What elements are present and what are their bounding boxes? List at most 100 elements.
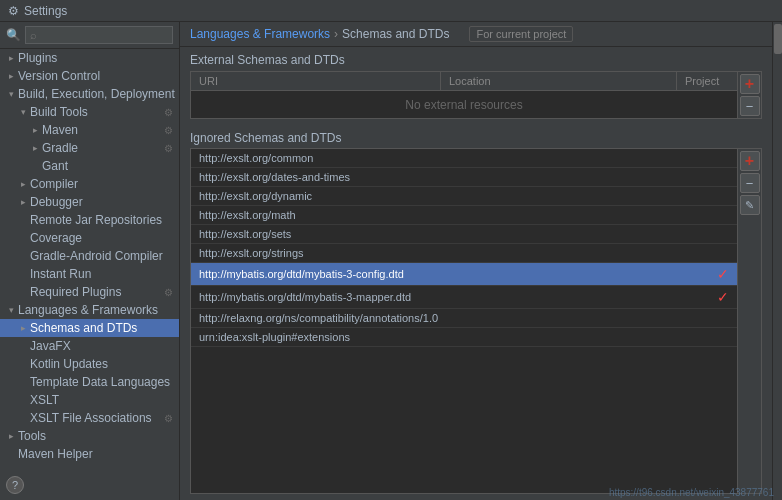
sidebar-item-label: Plugins xyxy=(18,51,175,65)
list-item[interactable]: http://exslt.org/common xyxy=(191,149,737,168)
sidebar-item-coverage[interactable]: Coverage xyxy=(0,229,179,247)
item-url: http://mybatis.org/dtd/mybatis-3-config.… xyxy=(199,268,404,280)
sidebar-item-version-control[interactable]: Version Control xyxy=(0,67,179,85)
list-item[interactable]: urn:idea:xslt-plugin#extensions xyxy=(191,328,737,347)
list-item-selected[interactable]: http://mybatis.org/dtd/mybatis-3-config.… xyxy=(191,263,737,286)
search-bar: 🔍 xyxy=(0,22,179,49)
sidebar-item-xslt-file[interactable]: XSLT File Associations ⚙ xyxy=(0,409,179,427)
sidebar-item-label: Coverage xyxy=(30,231,175,245)
sidebar-item-label: Debugger xyxy=(30,195,175,209)
col-uri: URI xyxy=(191,72,441,90)
sidebar-item-tools[interactable]: Tools xyxy=(0,427,179,445)
sidebar-item-label: XSLT xyxy=(30,393,175,407)
sidebar-item-label: Remote Jar Repositories xyxy=(30,213,175,227)
external-actions: + − xyxy=(738,71,762,119)
external-add-button[interactable]: + xyxy=(740,74,760,94)
col-location: Location xyxy=(441,72,677,90)
empty-message: No external resources xyxy=(405,98,522,112)
sidebar-item-label: Schemas and DTDs xyxy=(30,321,175,335)
list-item[interactable]: http://mybatis.org/dtd/mybatis-3-mapper.… xyxy=(191,286,737,309)
sidebar-item-label: Compiler xyxy=(30,177,175,191)
sidebar-item-instant-run[interactable]: Instant Run xyxy=(0,265,179,283)
sidebar-item-template-data[interactable]: Template Data Languages xyxy=(0,373,179,391)
main-layout: 🔍 Plugins Version Control Build, Executi… xyxy=(0,22,782,500)
sidebar-item-remote-jar[interactable]: Remote Jar Repositories xyxy=(0,211,179,229)
item-url: http://relaxng.org/ns/compatibility/anno… xyxy=(199,312,438,324)
external-panel-title: External Schemas and DTDs xyxy=(180,47,772,71)
external-remove-button[interactable]: − xyxy=(740,96,760,116)
sidebar-item-label: Kotlin Updates xyxy=(30,357,175,371)
ignored-remove-button[interactable]: − xyxy=(740,173,760,193)
sidebar-item-label: Required Plugins xyxy=(30,285,161,299)
external-schemas-panel: External Schemas and DTDs URI Location P… xyxy=(180,47,772,500)
breadcrumb-parent[interactable]: Languages & Frameworks xyxy=(190,27,330,41)
sidebar-item-label: Gradle-Android Compiler xyxy=(30,249,175,263)
ignored-list: http://exslt.org/common http://exslt.org… xyxy=(190,148,738,494)
sidebar-item-label: Build, Execution, Deployment xyxy=(18,87,175,101)
settings-icon: ⚙ xyxy=(161,285,175,299)
list-item[interactable]: http://exslt.org/math xyxy=(191,206,737,225)
list-item[interactable]: http://exslt.org/dates-and-times xyxy=(191,168,737,187)
arrow-icon xyxy=(4,429,18,443)
vertical-scrollbar[interactable] xyxy=(772,22,782,500)
check-icon: ✓ xyxy=(717,266,729,282)
breadcrumb-separator: › xyxy=(334,27,338,41)
external-table: URI Location Project No external resourc… xyxy=(190,71,738,119)
scrollbar-thumb[interactable] xyxy=(774,24,782,54)
sidebar-item-plugins[interactable]: Plugins xyxy=(0,49,179,67)
help-label: ? xyxy=(12,479,18,491)
item-url: urn:idea:xslt-plugin#extensions xyxy=(199,331,350,343)
sidebar-item-javafx[interactable]: JavaFX xyxy=(0,337,179,355)
external-table-wrapper: URI Location Project No external resourc… xyxy=(190,71,762,119)
item-url: http://exslt.org/math xyxy=(199,209,296,221)
sidebar-item-label: Languages & Frameworks xyxy=(18,303,175,317)
settings-icon: ⚙ xyxy=(8,4,19,18)
list-item[interactable]: http://relaxng.org/ns/compatibility/anno… xyxy=(191,309,737,328)
breadcrumb-current: Schemas and DTDs xyxy=(342,27,449,41)
sidebar-item-label: Template Data Languages xyxy=(30,375,175,389)
sidebar-item-label: XSLT File Associations xyxy=(30,411,161,425)
sidebar-item-build-tools[interactable]: Build Tools ⚙ xyxy=(0,103,179,121)
sidebar-item-required-plugins[interactable]: Required Plugins ⚙ xyxy=(0,283,179,301)
breadcrumb-bar: Languages & Frameworks › Schemas and DTD… xyxy=(180,22,772,47)
item-url: http://exslt.org/dates-and-times xyxy=(199,171,350,183)
sidebar-item-gradle-android[interactable]: Gradle-Android Compiler xyxy=(0,247,179,265)
col-project: Project xyxy=(677,72,737,90)
arrow-icon xyxy=(16,195,30,209)
ignored-actions: + − ✎ xyxy=(738,148,762,494)
list-item[interactable]: http://exslt.org/sets xyxy=(191,225,737,244)
sidebar-item-kotlin-updates[interactable]: Kotlin Updates xyxy=(0,355,179,373)
sidebar-item-xslt[interactable]: XSLT xyxy=(0,391,179,409)
settings-icon: ⚙ xyxy=(161,141,175,155)
sidebar-item-maven[interactable]: Maven ⚙ xyxy=(0,121,179,139)
sidebar-item-label: Gradle xyxy=(42,141,161,155)
sidebar-item-languages-frameworks[interactable]: Languages & Frameworks xyxy=(0,301,179,319)
item-url: http://exslt.org/sets xyxy=(199,228,291,240)
sidebar-item-build-exec-deploy[interactable]: Build, Execution, Deployment xyxy=(0,85,179,103)
check-icon: ✓ xyxy=(717,289,729,305)
arrow-icon xyxy=(16,105,30,119)
search-input[interactable] xyxy=(25,26,173,44)
help-button[interactable]: ? xyxy=(6,476,24,494)
sidebar-item-label: Maven Helper xyxy=(18,447,175,461)
settings-icon: ⚙ xyxy=(161,105,175,119)
content-area: Languages & Frameworks › Schemas and DTD… xyxy=(180,22,772,500)
item-url: http://exslt.org/dynamic xyxy=(199,190,312,202)
arrow-icon xyxy=(16,177,30,191)
sidebar-item-gant[interactable]: Gant xyxy=(0,157,179,175)
sidebar-item-gradle[interactable]: Gradle ⚙ xyxy=(0,139,179,157)
sidebar-item-label: Tools xyxy=(18,429,175,443)
list-item[interactable]: http://exslt.org/dynamic xyxy=(191,187,737,206)
item-url: http://exslt.org/strings xyxy=(199,247,304,259)
sidebar-item-maven-helper[interactable]: Maven Helper xyxy=(0,445,179,463)
sidebar-item-schemas-dtds[interactable]: Schemas and DTDs xyxy=(0,319,179,337)
sidebar-item-compiler[interactable]: Compiler xyxy=(0,175,179,193)
list-item[interactable]: http://exslt.org/strings xyxy=(191,244,737,263)
arrow-icon xyxy=(4,69,18,83)
ignored-edit-button[interactable]: ✎ xyxy=(740,195,760,215)
arrow-icon xyxy=(16,321,30,335)
sidebar-item-debugger[interactable]: Debugger xyxy=(0,193,179,211)
sidebar-item-label: Gant xyxy=(42,159,175,173)
ignored-add-button[interactable]: + xyxy=(740,151,760,171)
breadcrumb-tag: For current project xyxy=(469,26,573,42)
